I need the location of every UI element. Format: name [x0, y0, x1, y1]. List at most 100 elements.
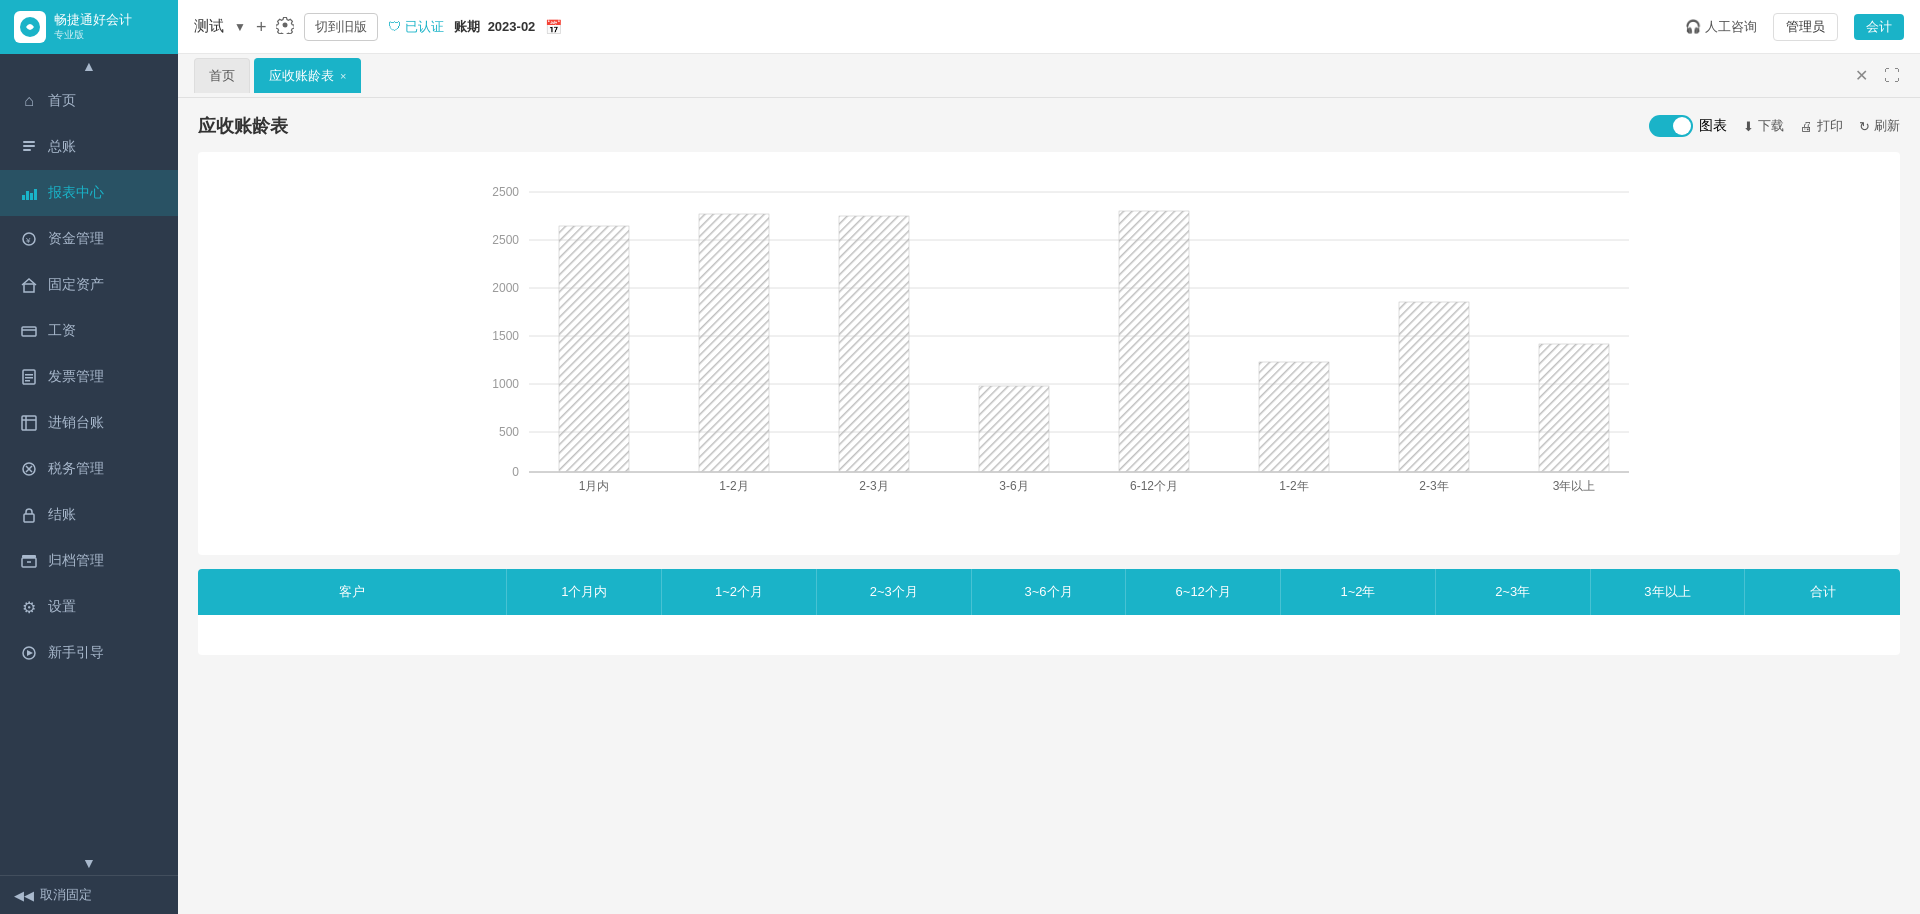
- bar-1-2年: [1259, 362, 1329, 472]
- svg-rect-2: [23, 145, 35, 147]
- sidebar-item-funds-label: 资金管理: [48, 230, 104, 248]
- period-value: 2023-02: [488, 19, 536, 34]
- help-button[interactable]: 🎧 人工咨询: [1685, 18, 1757, 36]
- svg-text:3-6月: 3-6月: [999, 479, 1028, 493]
- topbar-title: 测试: [194, 17, 224, 36]
- table-col-3y-plus: 3年以上: [1591, 569, 1746, 615]
- topbar-settings-button[interactable]: [276, 16, 294, 38]
- sidebar-item-invoice[interactable]: 发票管理: [0, 354, 178, 400]
- user-button[interactable]: 管理员: [1773, 13, 1838, 41]
- page-title: 应收账龄表: [198, 114, 1649, 138]
- refresh-button[interactable]: ↻ 刷新: [1859, 117, 1900, 135]
- scroll-up-arrow[interactable]: ▲: [0, 54, 178, 78]
- tab-ar-aging-label: 应收账龄表: [269, 67, 334, 85]
- bar-1月内: [559, 226, 629, 472]
- svg-text:1500: 1500: [492, 329, 519, 343]
- table-header: 客户 1个月内 1~2个月 2~3个月 3~6个月 6~12个月 1~2年 2~…: [198, 569, 1900, 615]
- sidebar-item-close[interactable]: 结账: [0, 492, 178, 538]
- table-col-3-6m: 3~6个月: [972, 569, 1127, 615]
- table-col-1m: 1个月内: [507, 569, 662, 615]
- print-label: 打印: [1817, 117, 1843, 135]
- svg-rect-6: [30, 193, 33, 200]
- svg-rect-18: [24, 514, 34, 522]
- toggle-knob[interactable]: [1649, 115, 1693, 137]
- main-area: 测试 ▼ + 切到旧版 🛡 已认证 账期 2023-02 📅 🎧 人工咨询 管理…: [178, 0, 1920, 914]
- topbar-add-button[interactable]: +: [256, 18, 267, 36]
- app-logo-icon: [14, 11, 46, 43]
- sidebar-item-guide[interactable]: 新手引导: [0, 630, 178, 676]
- svg-text:3年以上: 3年以上: [1553, 479, 1596, 493]
- period-info: 账期 2023-02: [454, 18, 535, 36]
- table-container: 客户 1个月内 1~2个月 2~3个月 3~6个月 6~12个月 1~2年 2~…: [198, 569, 1900, 655]
- sidebar-item-home-label: 首页: [48, 92, 76, 110]
- svg-text:1-2月: 1-2月: [719, 479, 748, 493]
- tab-close-icon[interactable]: ×: [340, 70, 346, 82]
- sidebar-item-invoice-label: 发票管理: [48, 368, 104, 386]
- svg-rect-15: [25, 380, 30, 382]
- bar-3-6月: [979, 386, 1049, 472]
- page-header: 应收账龄表 图表 ⬇ 下载 🖨 打印 ↻ 刷新: [198, 114, 1900, 138]
- svg-text:¥: ¥: [25, 236, 31, 245]
- tax-icon: [20, 460, 38, 478]
- download-label: 下载: [1758, 117, 1784, 135]
- sidebar-item-settings-label: 设置: [48, 598, 76, 616]
- sidebar: 畅捷通好会计 专业版 ▲ ⌂ 首页 总账 报表中心 ¥ 资金管理: [0, 0, 178, 914]
- sidebar-item-funds[interactable]: ¥ 资金管理: [0, 216, 178, 262]
- tab-ar-aging[interactable]: 应收账龄表 ×: [254, 58, 361, 93]
- table-col-customer: 客户: [198, 569, 507, 615]
- ledger-icon: [20, 138, 38, 156]
- sidebar-item-tax[interactable]: 税务管理: [0, 446, 178, 492]
- bar-3年以上: [1539, 344, 1609, 472]
- svg-text:2500: 2500: [492, 185, 519, 199]
- sidebar-item-settings[interactable]: ⚙ 设置: [0, 584, 178, 630]
- refresh-icon: ↻: [1859, 119, 1870, 134]
- sidebar-item-reports[interactable]: 报表中心: [0, 170, 178, 216]
- tab-home[interactable]: 首页: [194, 58, 250, 93]
- sidebar-item-ledger[interactable]: 总账: [0, 124, 178, 170]
- calendar-icon[interactable]: 📅: [545, 19, 562, 35]
- table-col-1-2y: 1~2年: [1281, 569, 1436, 615]
- chart-toggle[interactable]: 图表: [1649, 115, 1727, 137]
- sidebar-nav: ⌂ 首页 总账 报表中心 ¥ 资金管理 固定资产: [0, 78, 178, 851]
- home-icon: ⌂: [20, 92, 38, 110]
- svg-text:500: 500: [499, 425, 519, 439]
- page-actions: 图表 ⬇ 下载 🖨 打印 ↻ 刷新: [1649, 115, 1900, 137]
- svg-rect-5: [26, 191, 29, 200]
- cancel-fixed-button[interactable]: ◀◀ 取消固定: [0, 875, 178, 914]
- chart-container: 0 500 1000 1500 2000 2500 2500 1月内: [198, 152, 1900, 555]
- topbar-right: 🎧 人工咨询 管理员 会计: [1685, 13, 1904, 41]
- tab-expand-button[interactable]: ⛶: [1880, 62, 1904, 89]
- svg-text:2500: 2500: [492, 233, 519, 247]
- sidebar-item-assets[interactable]: 固定资产: [0, 262, 178, 308]
- funds-icon: ¥: [20, 230, 38, 248]
- reports-icon: [20, 184, 38, 202]
- tab-close-window-button[interactable]: ✕: [1851, 62, 1872, 89]
- svg-text:1-2年: 1-2年: [1279, 479, 1308, 493]
- svg-text:1月内: 1月内: [579, 479, 610, 493]
- table-col-1-2m: 1~2个月: [662, 569, 817, 615]
- sidebar-item-ledger-label: 总账: [48, 138, 76, 156]
- download-button[interactable]: ⬇ 下载: [1743, 117, 1784, 135]
- sidebar-item-archive-label: 归档管理: [48, 552, 104, 570]
- svg-rect-11: [22, 327, 36, 336]
- app-edition: 专业版: [54, 28, 132, 42]
- sidebar-item-archive[interactable]: 归档管理: [0, 538, 178, 584]
- table-col-2-3y: 2~3年: [1436, 569, 1591, 615]
- scroll-down-arrow[interactable]: ▼: [0, 851, 178, 875]
- sidebar-item-home[interactable]: ⌂ 首页: [0, 78, 178, 124]
- sidebar-item-sales[interactable]: 进销台账: [0, 400, 178, 446]
- sales-icon: [20, 414, 38, 432]
- old-version-button[interactable]: 切到旧版: [304, 13, 378, 41]
- sidebar-item-assets-label: 固定资产: [48, 276, 104, 294]
- svg-text:2-3年: 2-3年: [1419, 479, 1448, 493]
- role-button[interactable]: 会计: [1854, 14, 1904, 40]
- archive-icon: [20, 552, 38, 570]
- sidebar-item-salary[interactable]: 工资: [0, 308, 178, 354]
- print-button[interactable]: 🖨 打印: [1800, 117, 1843, 135]
- svg-rect-4: [22, 195, 25, 200]
- svg-text:0: 0: [512, 465, 519, 479]
- topbar-dropdown-icon[interactable]: ▼: [234, 20, 246, 34]
- help-label: 人工咨询: [1705, 18, 1757, 36]
- table-col-6-12m: 6~12个月: [1126, 569, 1281, 615]
- svg-text:2-3月: 2-3月: [859, 479, 888, 493]
